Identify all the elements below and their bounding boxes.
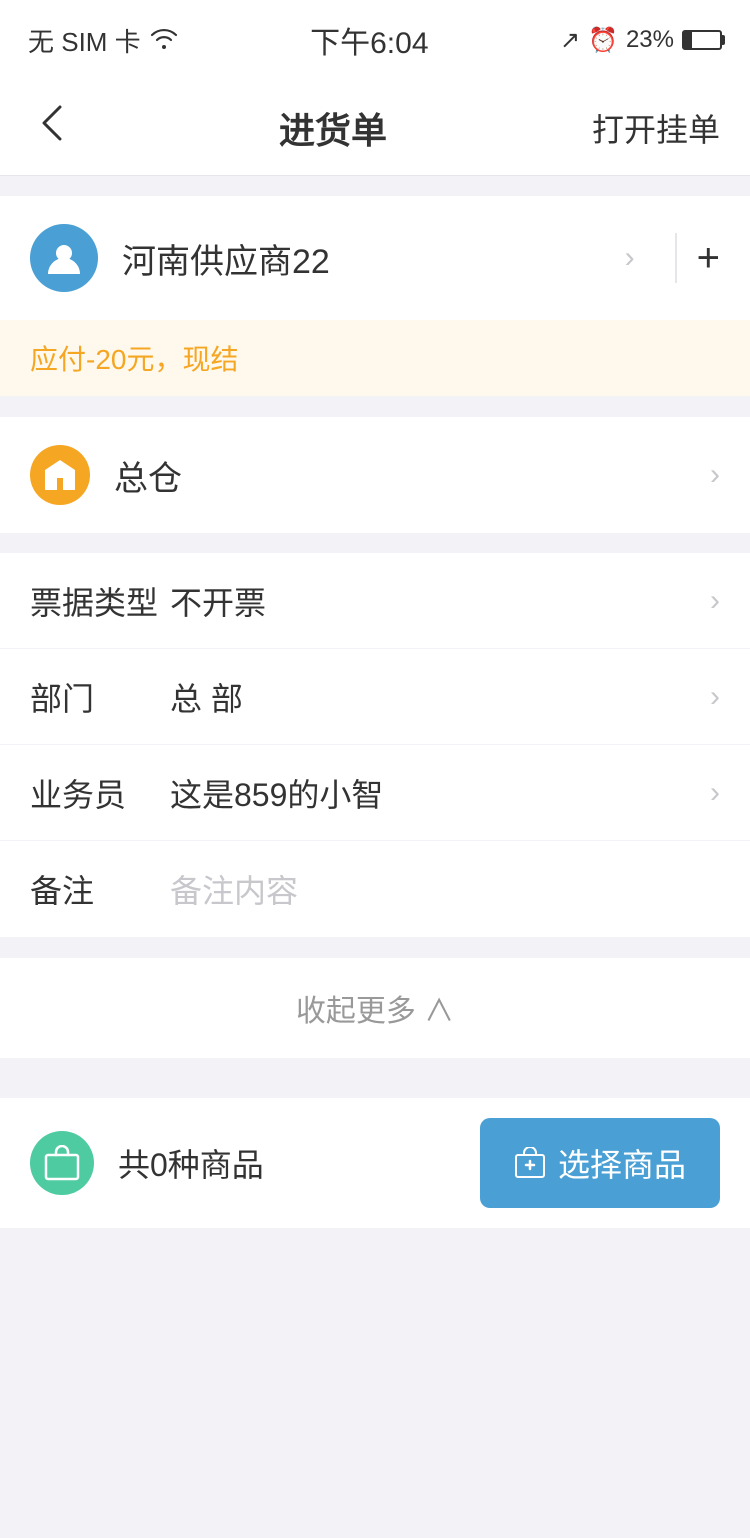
section-gap-2 bbox=[0, 396, 750, 416]
select-product-button[interactable]: 选择商品 bbox=[480, 1118, 720, 1208]
invoice-label: 票据类型 bbox=[30, 578, 170, 624]
supplier-divider bbox=[675, 233, 677, 283]
warehouse-section: 总仓 › bbox=[0, 416, 750, 533]
battery-percent: 23% bbox=[626, 26, 674, 54]
back-button[interactable] bbox=[30, 93, 74, 163]
product-count: 共0种商品 bbox=[118, 1140, 480, 1186]
warehouse-icon bbox=[30, 445, 90, 505]
dept-chevron-icon: › bbox=[710, 680, 720, 714]
section-gap-1 bbox=[0, 176, 750, 196]
note-label: 备注 bbox=[30, 866, 170, 912]
invoice-row[interactable]: 票据类型 不开票 › bbox=[0, 553, 750, 649]
status-right: ↗ ⏰ 23% bbox=[560, 26, 722, 55]
alarm-icon: ⏰ bbox=[588, 26, 618, 55]
supplier-avatar bbox=[30, 224, 98, 292]
salesman-label: 业务员 bbox=[30, 770, 170, 816]
supplier-chevron-icon: › bbox=[625, 241, 635, 275]
notice-bar: 应付-20元，现结 bbox=[0, 320, 750, 396]
select-product-label: 选择商品 bbox=[558, 1140, 686, 1186]
section-gap-3 bbox=[0, 1058, 750, 1078]
location-icon: ↗ bbox=[560, 26, 580, 55]
salesman-value: 这是859的小智 bbox=[170, 770, 710, 816]
status-left: 无 SIM 卡 bbox=[28, 22, 179, 59]
supplier-name: 河南供应商22 bbox=[122, 234, 625, 283]
status-time: 下午6:04 bbox=[310, 18, 428, 62]
gray-background bbox=[0, 1228, 750, 1538]
collapse-label: 收起更多 ∧ bbox=[296, 986, 454, 1030]
warehouse-name: 总仓 bbox=[114, 451, 710, 500]
warehouse-row[interactable]: 总仓 › bbox=[0, 416, 750, 533]
invoice-value: 不开票 bbox=[170, 578, 710, 624]
wifi-icon bbox=[149, 25, 179, 56]
invoice-chevron-icon: › bbox=[710, 584, 720, 618]
warehouse-chevron-icon: › bbox=[710, 458, 720, 492]
supplier-row[interactable]: 河南供应商22 › + bbox=[0, 196, 750, 320]
form-section: 票据类型 不开票 › 部门 总 部 › 业务员 这是859的小智 › 备注 备注… bbox=[0, 553, 750, 937]
page-title: 进货单 bbox=[279, 102, 387, 154]
note-input[interactable]: 备注内容 bbox=[170, 866, 720, 912]
salesman-row[interactable]: 业务员 这是859的小智 › bbox=[0, 745, 750, 841]
note-row[interactable]: 备注 备注内容 bbox=[0, 841, 750, 937]
supplier-section: 河南供应商22 › + 应付-20元，现结 bbox=[0, 196, 750, 396]
salesman-chevron-icon: › bbox=[710, 776, 720, 810]
bottom-bar: 共0种商品 选择商品 bbox=[0, 1098, 750, 1228]
open-pending-button[interactable]: 打开挂单 bbox=[592, 105, 720, 151]
nav-bar: 进货单 打开挂单 bbox=[0, 80, 750, 176]
notice-text: 应付-20元，现结 bbox=[30, 344, 238, 375]
product-icon bbox=[30, 1131, 94, 1195]
carrier-text: 无 SIM 卡 bbox=[28, 22, 141, 59]
battery-icon bbox=[682, 30, 722, 50]
add-supplier-button[interactable]: + bbox=[697, 236, 720, 281]
dept-label: 部门 bbox=[30, 674, 170, 720]
dept-value: 总 部 bbox=[170, 674, 710, 720]
dept-row[interactable]: 部门 总 部 › bbox=[0, 649, 750, 745]
collapse-button[interactable]: 收起更多 ∧ bbox=[0, 957, 750, 1058]
status-bar: 无 SIM 卡 下午6:04 ↗ ⏰ 23% bbox=[0, 0, 750, 80]
